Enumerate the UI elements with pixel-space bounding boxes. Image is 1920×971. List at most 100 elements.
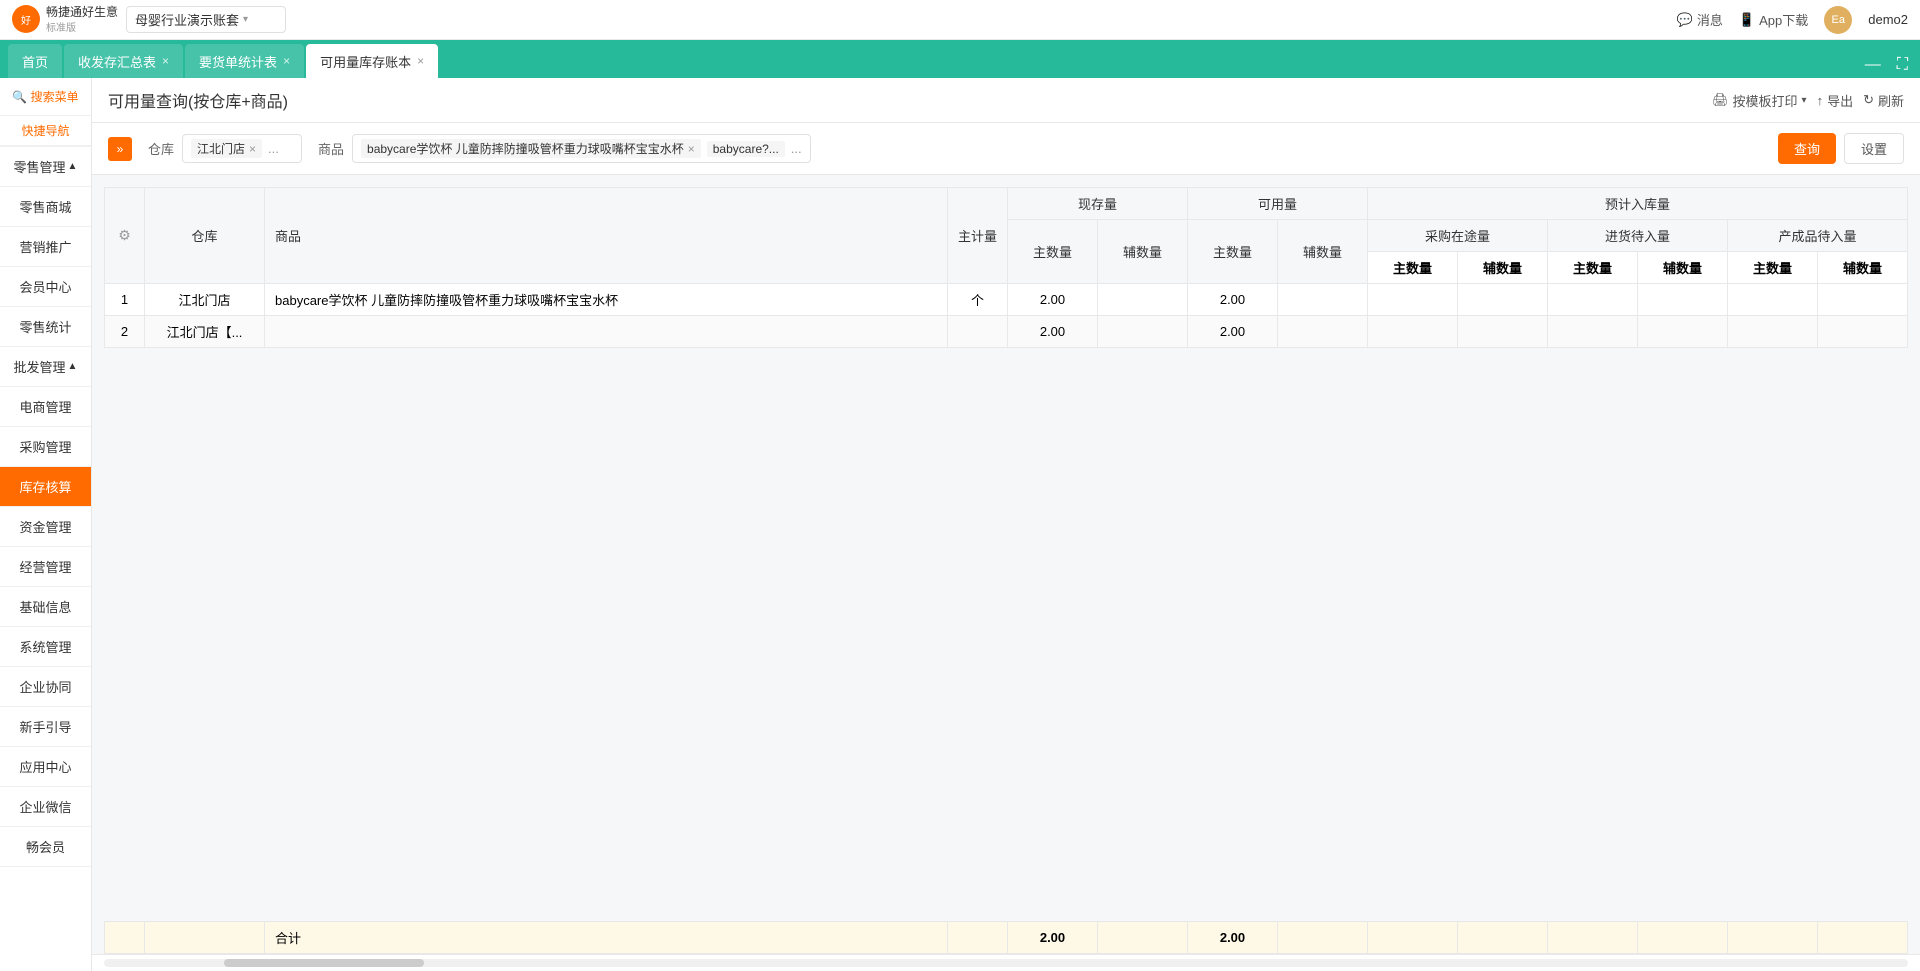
col-header-product: 商品 <box>265 188 948 284</box>
filter-expand-btn[interactable]: » <box>108 137 132 161</box>
avatar[interactable]: Ea <box>1824 6 1852 34</box>
filter-actions: 查询 设置 <box>1778 133 1904 164</box>
chevron-icon: ▲ <box>68 161 78 172</box>
footer-empty2 <box>145 922 265 954</box>
footer-stock-main: 2.00 <box>1008 922 1098 954</box>
footer-p2 <box>1458 922 1548 954</box>
refresh-label: 刷新 <box>1878 91 1904 110</box>
row2-avail-aux <box>1278 316 1368 348</box>
col-header-goods-aux: 辅数量 <box>1638 252 1728 284</box>
col-header-stock-main: 主数量 <box>1008 220 1098 284</box>
row2-warehouse: 江北门店【... <box>145 316 265 348</box>
sidebar-item-inventory-label: 库存核算 <box>19 477 71 496</box>
tab-available-stock-close[interactable]: × <box>417 54 424 68</box>
message-label: 消息 <box>1697 10 1723 29</box>
col-header-unit: 主计量 <box>947 188 1007 284</box>
sidebar-item-marketing[interactable]: 营销推广 <box>0 227 91 267</box>
tab-home[interactable]: 首页 <box>8 44 62 78</box>
print-label: 按模板打印 <box>1733 91 1798 110</box>
footer-p4 <box>1638 922 1728 954</box>
expand-icon: » <box>117 142 124 156</box>
brand-info: 畅捷通好生意 标准版 <box>46 5 118 34</box>
tab-receive[interactable]: 收发存汇总表 × <box>64 44 183 78</box>
sidebar-item-enterprise[interactable]: 企业协同 <box>0 667 91 707</box>
col-header-goods-main: 主数量 <box>1548 252 1638 284</box>
username: demo2 <box>1868 12 1908 27</box>
warehouse-tag-close[interactable]: × <box>249 142 256 156</box>
sidebar-item-retail-stats[interactable]: 零售统计 <box>0 307 91 347</box>
row2-avail-main: 2.00 <box>1188 316 1278 348</box>
table-row: 2 江北门店【... 2.00 2.00 <box>105 316 1908 348</box>
settings-btn[interactable]: 设置 <box>1844 133 1904 164</box>
message-icon: 💬 <box>1677 12 1693 28</box>
footer-empty1 <box>105 922 145 954</box>
sidebar-item-retail-mall[interactable]: 零售商城 <box>0 187 91 227</box>
col-header-purchase-main: 主数量 <box>1368 252 1458 284</box>
sidebar-item-member2-label: 畅会员 <box>26 837 65 856</box>
sidebar-search[interactable]: 🔍 搜索菜单 <box>0 78 91 116</box>
settings-icon[interactable]: ⚙ <box>118 227 131 243</box>
message-btn[interactable]: 💬 消息 <box>1677 10 1723 29</box>
footer-row: 合计 2.00 2.00 <box>105 922 1908 954</box>
page-header: 可用量查询(按仓库+商品) 🖨 按模板打印 ▾ ↑ 导出 ↻ 刷新 <box>92 78 1920 123</box>
row2-stock-aux <box>1098 316 1188 348</box>
tab-expand-btn[interactable]: ⛶ <box>1893 52 1912 78</box>
footer-p5 <box>1728 922 1818 954</box>
sidebar-item-retail-mgmt-label: 零售管理 <box>14 157 66 176</box>
print-icon: 🖨 <box>1712 92 1729 108</box>
row2-unit <box>947 316 1007 348</box>
search-icon: 🔍 <box>12 90 27 104</box>
sidebar-item-enterprise-wechat[interactable]: 企业微信 <box>0 787 91 827</box>
print-btn[interactable]: 🖨 按模板打印 ▾ <box>1712 91 1807 110</box>
warehouse-filter-more[interactable]: ... <box>268 141 279 156</box>
footer-empty3 <box>948 922 1008 954</box>
scroll-thumb[interactable] <box>224 959 424 967</box>
sidebar-item-wholesale-mgmt[interactable]: 批发管理 ▲ <box>0 347 91 387</box>
tab-receive-close[interactable]: × <box>162 54 169 68</box>
product-tag-close[interactable]: × <box>688 142 695 156</box>
product-filter-more[interactable]: ... <box>791 141 802 156</box>
sidebar-item-operations[interactable]: 经营管理 <box>0 547 91 587</box>
app-download-btn[interactable]: 📱 App下载 <box>1739 10 1808 29</box>
sidebar-item-finance[interactable]: 资金管理 <box>0 507 91 547</box>
tab-bar: 首页 收发存汇总表 × 要货单统计表 × 可用量库存账本 × — ⛶ <box>0 40 1920 78</box>
sidebar-item-basics[interactable]: 基础信息 <box>0 587 91 627</box>
row2-index: 2 <box>105 316 145 348</box>
logo-icon: 好 <box>12 5 40 33</box>
export-btn[interactable]: ↑ 导出 <box>1817 91 1854 110</box>
footer-p1 <box>1368 922 1458 954</box>
row2-goods-main <box>1548 316 1638 348</box>
product-filter-input[interactable]: babycare学饮杯 儿童防摔防撞吸管杯重力球吸嘴杯宝宝水杯 × babyca… <box>352 134 811 163</box>
sidebar-item-member[interactable]: 会员中心 <box>0 267 91 307</box>
sidebar-item-app-center[interactable]: 应用中心 <box>0 747 91 787</box>
brand-sub: 标准版 <box>46 19 118 34</box>
tab-minimize-btn[interactable]: — <box>1861 52 1885 78</box>
scroll-track[interactable] <box>104 959 1908 967</box>
product-tag2-text: babycare?... <box>713 142 779 156</box>
tab-order-stat[interactable]: 要货单统计表 × <box>185 44 304 78</box>
row1-purchase-aux <box>1458 284 1548 316</box>
row2-product-aux <box>1818 316 1908 348</box>
sidebar-item-system[interactable]: 系统管理 <box>0 627 91 667</box>
tab-available-stock[interactable]: 可用量库存账本 × <box>306 44 438 78</box>
account-selector[interactable]: 母婴行业演示账套 ▾ <box>126 6 286 33</box>
sidebar-item-retail-mgmt[interactable]: 零售管理 ▲ <box>0 147 91 187</box>
sidebar-item-purchase[interactable]: 采购管理 <box>0 427 91 467</box>
sidebar-item-ecommerce[interactable]: 电商管理 <box>0 387 91 427</box>
refresh-btn[interactable]: ↻ 刷新 <box>1863 91 1904 110</box>
print-arrow-icon: ▾ <box>1802 95 1807 106</box>
col-header-available: 可用量 <box>1188 188 1368 220</box>
warehouse-filter-input[interactable]: 江北门店 × ... <box>182 134 302 163</box>
col-header-avail-aux: 辅数量 <box>1278 220 1368 284</box>
sidebar-item-member2[interactable]: 畅会员 <box>0 827 91 867</box>
sidebar-item-inventory[interactable]: 库存核算 <box>0 467 91 507</box>
sidebar-nav[interactable]: 快捷导航 <box>0 116 91 146</box>
row1-goods-aux <box>1638 284 1728 316</box>
warehouse-filter-group: 仓库 江北门店 × ... <box>148 134 302 163</box>
sidebar-item-newbie[interactable]: 新手引导 <box>0 707 91 747</box>
tab-order-stat-close[interactable]: × <box>283 54 290 68</box>
sidebar-item-enterprise-wechat-label: 企业微信 <box>19 797 71 816</box>
tab-home-label: 首页 <box>22 52 48 71</box>
sidebar-item-wholesale-mgmt-label: 批发管理 <box>14 357 66 376</box>
query-btn[interactable]: 查询 <box>1778 133 1836 164</box>
